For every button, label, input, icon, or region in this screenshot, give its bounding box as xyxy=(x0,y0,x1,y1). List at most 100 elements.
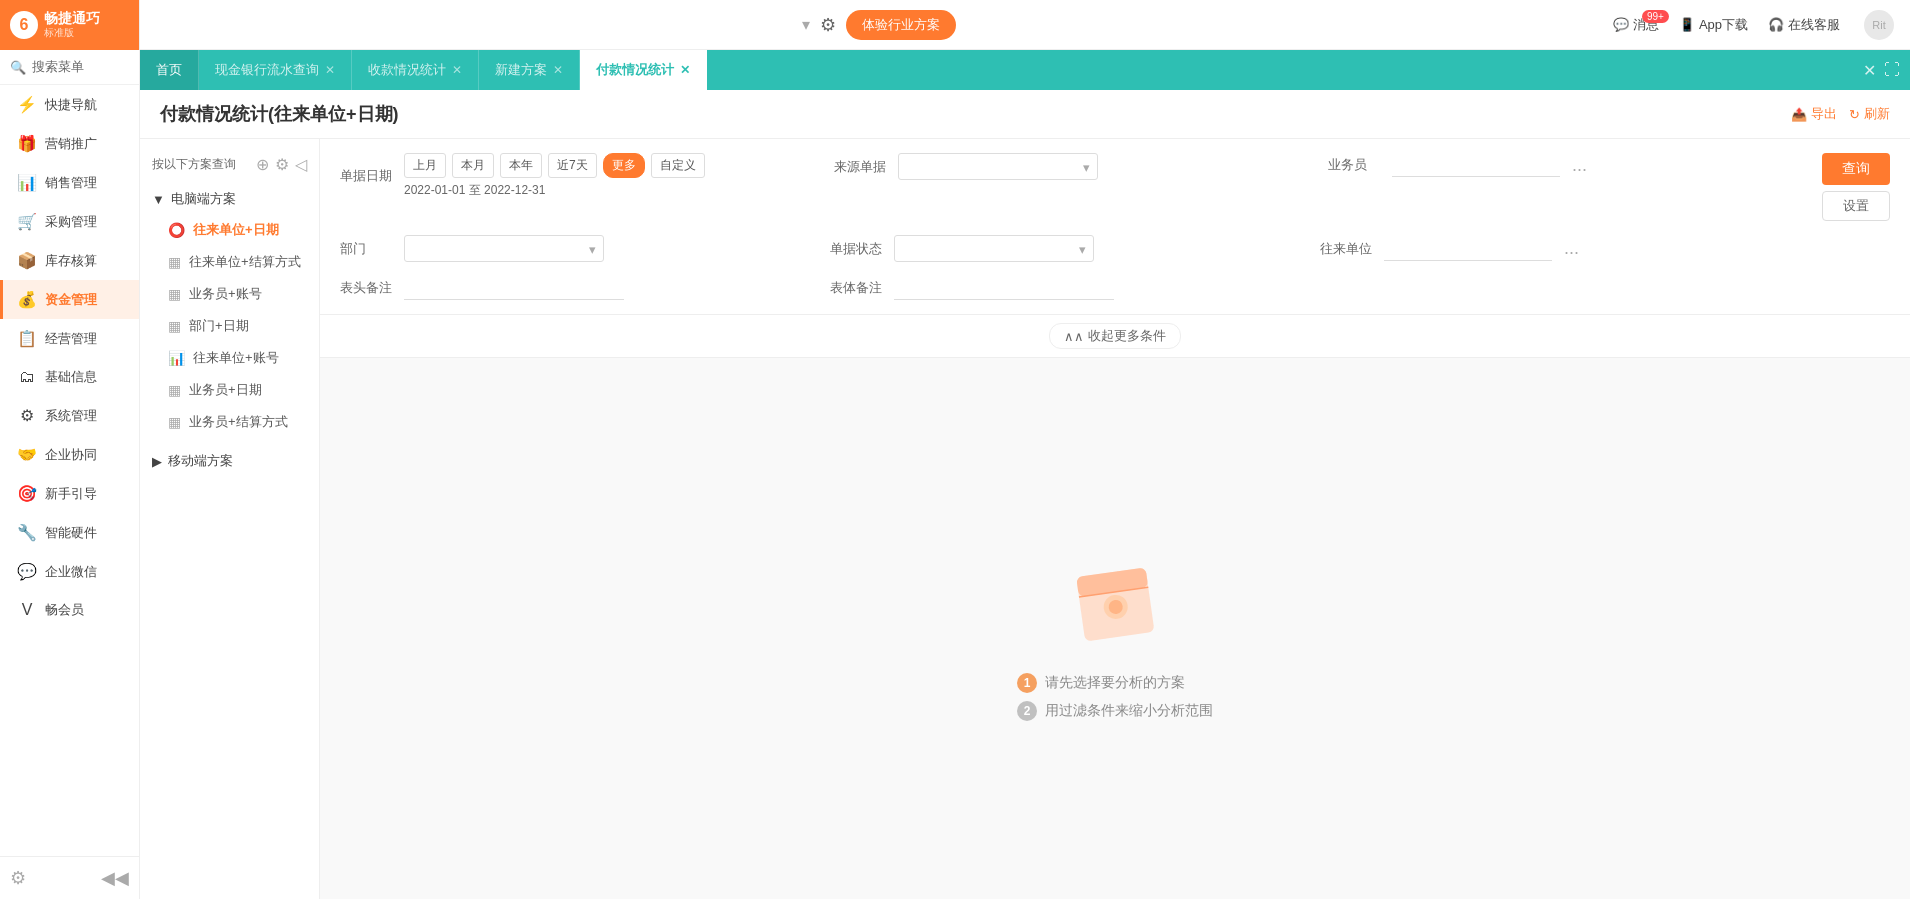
sidebar-item-system[interactable]: ⚙ 系统管理 xyxy=(0,396,139,435)
settings-button[interactable]: 设置 xyxy=(1822,191,1890,221)
topbar-online-service[interactable]: 🎧 在线客服 xyxy=(1768,16,1840,34)
topbar-app-download[interactable]: 📱 App下载 xyxy=(1679,16,1748,34)
date-btn-this-year[interactable]: 本年 xyxy=(500,153,542,178)
sidebar-item-member[interactable]: V 畅会员 xyxy=(0,591,139,629)
sidebar-item-basic[interactable]: 🗂 基础信息 xyxy=(0,358,139,396)
topbar-gear-icon[interactable]: ⚙ xyxy=(820,14,836,36)
collapse-more-btn[interactable]: ∧∧ 收起更多条件 xyxy=(1049,323,1181,349)
date-btn-custom[interactable]: 自定义 xyxy=(651,153,705,178)
scheme-add-icon[interactable]: ⊕ xyxy=(256,155,269,174)
export-button[interactable]: 📤 导出 xyxy=(1791,105,1837,123)
scheme-item-icon-1: ▦ xyxy=(168,254,181,270)
basic-icon: 🗂 xyxy=(17,368,37,386)
main: ▾ ⚙ 体验行业方案 💬 消息 99+ 📱 App下载 🎧 在线客服 Rit 首… xyxy=(140,0,1910,899)
pc-scheme-header[interactable]: ▼ 电脑端方案 xyxy=(140,184,319,214)
message-icon: 💬 xyxy=(1613,17,1629,32)
settings-bottom-icon[interactable]: ⚙ xyxy=(10,867,26,889)
enterprise-icon: 🤝 xyxy=(17,445,37,464)
scheme-item-unit-account[interactable]: 📊 往来单位+账号 xyxy=(140,342,319,374)
staff-dots[interactable]: ... xyxy=(1572,155,1587,176)
sidebar-item-purchase[interactable]: 🛒 采购管理 xyxy=(0,202,139,241)
date-btn-last-month[interactable]: 上月 xyxy=(404,153,446,178)
tab-payment[interactable]: 付款情况统计 ✕ xyxy=(580,50,707,90)
trial-button[interactable]: 体验行业方案 xyxy=(846,10,956,40)
right-panel: 单据日期 上月 本月 本年 近7天 更多 自定义 20 xyxy=(320,139,1910,899)
tab-receipt[interactable]: 收款情况统计 ✕ xyxy=(352,50,479,90)
scheme-collapse-icon[interactable]: ◁ xyxy=(295,155,307,174)
filter-dept-group: 部门 xyxy=(340,235,814,262)
sidebar-item-hardware[interactable]: 🔧 智能硬件 xyxy=(0,513,139,552)
filter-source-group: 来源单据 xyxy=(834,153,1312,180)
tab-receipt-close[interactable]: ✕ xyxy=(452,63,462,77)
scheme-item-unit-settle[interactable]: ▦ 往来单位+结算方式 xyxy=(140,246,319,278)
source-select-wrapper xyxy=(898,153,1098,180)
scheme-item-unit-date[interactable]: ⭕ 往来单位+日期 xyxy=(140,214,319,246)
empty-hint-1: 1 请先选择要分析的方案 xyxy=(1017,673,1213,693)
tab-payment-close[interactable]: ✕ xyxy=(680,63,690,77)
body-note-label: 表体备注 xyxy=(830,279,886,297)
scheme-item-staff-date[interactable]: ▦ 业务员+日期 xyxy=(140,374,319,406)
sidebar-item-guide[interactable]: 🎯 新手引导 xyxy=(0,474,139,513)
export-icon: 📤 xyxy=(1791,107,1807,122)
scheme-item-staff-settle[interactable]: ▦ 业务员+结算方式 xyxy=(140,406,319,438)
scheme-item-staff-account[interactable]: ▦ 业务员+账号 xyxy=(140,278,319,310)
sidebar-item-marketing[interactable]: 🎁 营销推广 xyxy=(0,124,139,163)
source-label: 来源单据 xyxy=(834,158,890,176)
scheme-actions: ⊕ ⚙ ◁ xyxy=(256,155,307,174)
sidebar-item-inventory[interactable]: 📦 库存核算 xyxy=(0,241,139,280)
dept-select[interactable] xyxy=(404,235,604,262)
marketing-icon: 🎁 xyxy=(17,134,37,153)
date-btn-this-month[interactable]: 本月 xyxy=(452,153,494,178)
filter-area: 单据日期 上月 本月 本年 近7天 更多 自定义 20 xyxy=(320,139,1910,315)
scheme-panel-header: 按以下方案查询 ⊕ ⚙ ◁ xyxy=(140,149,319,180)
mobile-scheme-section: ▶ 移动端方案 xyxy=(140,442,319,480)
source-select[interactable] xyxy=(898,153,1098,180)
user-avatar[interactable]: Rit xyxy=(1864,10,1894,40)
app-logo-icon: 6 xyxy=(10,11,38,39)
refresh-button[interactable]: ↻ 刷新 xyxy=(1849,105,1890,123)
date-btn-last-7days[interactable]: 近7天 xyxy=(548,153,597,178)
tab-new-scheme[interactable]: 新建方案 ✕ xyxy=(479,50,580,90)
tab-bank-close[interactable]: ✕ xyxy=(325,63,335,77)
sidebar-item-operation[interactable]: 📋 经营管理 xyxy=(0,319,139,358)
unit-dots[interactable]: ... xyxy=(1564,238,1579,259)
sidebar-item-wechat[interactable]: 💬 企业微信 xyxy=(0,552,139,591)
filter-header-note-group: 表头备注 xyxy=(340,276,814,300)
doc-status-label: 单据状态 xyxy=(830,240,886,258)
scheme-item-icon-4: 📊 xyxy=(168,350,185,366)
mobile-scheme-header[interactable]: ▶ 移动端方案 xyxy=(140,446,319,476)
tab-close-all-icon[interactable]: ✕ xyxy=(1863,61,1876,80)
scheme-panel: 按以下方案查询 ⊕ ⚙ ◁ ▼ 电脑端方案 ⭕ 往来单位+日期 xyxy=(140,139,320,899)
collapse-sidebar-icon[interactable]: ◀◀ xyxy=(101,867,129,889)
tab-home[interactable]: 首页 xyxy=(140,50,199,90)
tab-maximize-icon[interactable]: ⛶ xyxy=(1884,61,1900,79)
date-btn-more[interactable]: 更多 xyxy=(603,153,645,178)
tab-bank-label: 现金银行流水查询 xyxy=(215,61,319,79)
header-note-input[interactable] xyxy=(404,276,624,300)
sidebar-item-finance[interactable]: 💰 资金管理 xyxy=(0,280,139,319)
topbar-dropdown[interactable]: ▾ xyxy=(802,15,810,34)
scheme-item-dept-date[interactable]: ▦ 部门+日期 xyxy=(140,310,319,342)
sidebar-item-enterprise[interactable]: 🤝 企业协同 xyxy=(0,435,139,474)
unit-input[interactable] xyxy=(1384,237,1552,261)
empty-hint-2: 2 用过滤条件来缩小分析范围 xyxy=(1017,701,1213,721)
topbar-messages[interactable]: 💬 消息 99+ xyxy=(1613,16,1659,34)
body-note-input[interactable] xyxy=(894,276,1114,300)
scheme-settings-icon[interactable]: ⚙ xyxy=(275,155,289,174)
empty-state: 1 请先选择要分析的方案 2 用过滤条件来缩小分析范围 xyxy=(320,358,1910,899)
tab-new-scheme-label: 新建方案 xyxy=(495,61,547,79)
quick-nav-icon: ⚡ xyxy=(17,95,37,114)
doc-status-select[interactable] xyxy=(894,235,1094,262)
guide-icon: 🎯 xyxy=(17,484,37,503)
scheme-item-icon-5: ▦ xyxy=(168,382,181,398)
sidebar-search[interactable]: 🔍 搜索菜单 xyxy=(0,50,139,85)
empty-illustration xyxy=(1055,537,1175,657)
tab-bank[interactable]: 现金银行流水查询 ✕ xyxy=(199,50,352,90)
filter-body-note-group: 表体备注 xyxy=(830,276,1304,300)
query-button[interactable]: 查询 xyxy=(1822,153,1890,185)
staff-input[interactable] xyxy=(1392,153,1560,177)
tab-new-scheme-close[interactable]: ✕ xyxy=(553,63,563,77)
sidebar-item-sales[interactable]: 📊 销售管理 xyxy=(0,163,139,202)
sidebar-item-quick-nav[interactable]: ⚡ 快捷导航 xyxy=(0,85,139,124)
hardware-icon: 🔧 xyxy=(17,523,37,542)
